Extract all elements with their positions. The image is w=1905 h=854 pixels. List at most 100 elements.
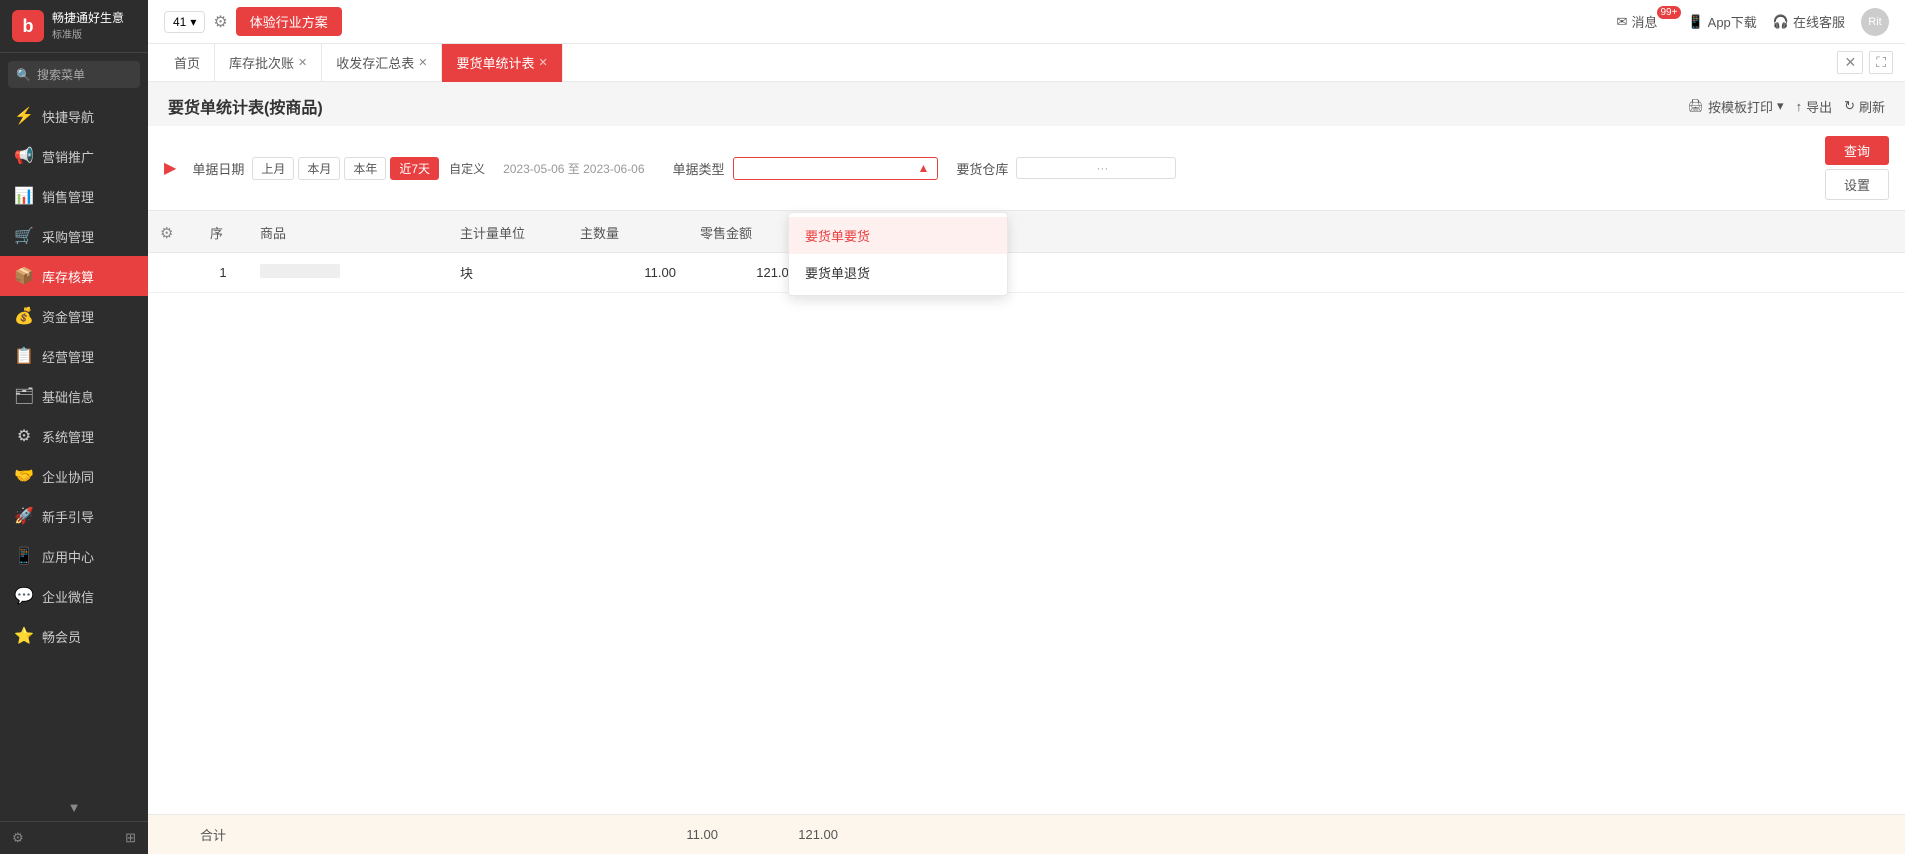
export-label: 导出 xyxy=(1806,97,1832,116)
col-qty-header: 主数量 xyxy=(568,213,688,253)
sidebar-collapse-icon[interactable]: ⊞ xyxy=(125,830,136,846)
user-name: Rit xyxy=(1868,16,1881,28)
col-product-header: 商品 xyxy=(248,213,448,253)
date-filter-label: 单据日期 xyxy=(192,159,244,178)
filter-row: 单据日期 上月 本月 本年 近7天 自定义 2023-05-06 至 2023-… xyxy=(192,157,1809,180)
topbar: 41 ▾ ⚙ 体验行业方案 ✉ 消息 99+ 📱 App下载 🎧 在线客服 Ri… xyxy=(148,0,1905,44)
sidebar-item-enterprise[interactable]: 🤝 企业协同 xyxy=(0,456,148,496)
col-settings-header: ⚙ xyxy=(148,213,198,253)
tab-close-all-btn[interactable]: ✕ xyxy=(1837,51,1863,74)
footer-amount: 121.00 xyxy=(718,827,838,842)
sidebar-settings-icon[interactable]: ⚙ xyxy=(12,830,24,846)
custom-date-btn[interactable]: 自定义 xyxy=(443,158,491,179)
sidebar-item-label: 系统管理 xyxy=(42,427,94,446)
tab-order-summary-label: 要货单统计表 xyxy=(456,53,534,72)
print-btn[interactable]: 🖨 按模板打印 ▾ xyxy=(1688,97,1784,116)
type-input-field[interactable] xyxy=(742,161,918,176)
quick-nav-icon: ⚡ xyxy=(14,106,34,126)
sidebar-item-label: 营销推广 xyxy=(42,147,94,166)
main-area: 41 ▾ ⚙ 体验行业方案 ✉ 消息 99+ 📱 App下载 🎧 在线客服 Ri… xyxy=(148,0,1905,854)
date-range-display: 2023-05-06 至 2023-06-06 xyxy=(503,160,644,177)
type-filter-input[interactable]: ▲ xyxy=(733,157,939,180)
product-placeholder xyxy=(260,264,340,278)
dropdown-item-order-return[interactable]: 要货单退货 xyxy=(789,254,1007,291)
online-service-btn[interactable]: 🎧 在线客服 xyxy=(1773,12,1845,31)
sidebar-item-label: 采购管理 xyxy=(42,227,94,246)
enterprise-icon: 🤝 xyxy=(14,466,34,486)
cur-year-btn[interactable]: 本年 xyxy=(344,157,386,180)
topbar-right: ✉ 消息 99+ 📱 App下载 🎧 在线客服 Rit xyxy=(1617,8,1889,36)
prev-month-btn[interactable]: 上月 xyxy=(252,157,294,180)
week-btn[interactable]: 近7天 xyxy=(390,157,439,180)
tab-close-icon[interactable]: ✕ xyxy=(298,56,307,69)
tab-home[interactable]: 首页 xyxy=(160,44,215,82)
dropdown-item-order-goods[interactable]: 要货单要货 xyxy=(789,217,1007,254)
message-btn[interactable]: ✉ 消息 99+ xyxy=(1617,12,1672,31)
print-label: 按模板打印 xyxy=(1708,97,1773,116)
tab-inventory-batch[interactable]: 库存批次账 ✕ xyxy=(215,44,322,82)
page-header: 要货单统计表(按商品) 🖨 按模板打印 ▾ ↑ 导出 ↻ 刷新 xyxy=(148,82,1905,126)
tab-close-icon[interactable]: ✕ xyxy=(539,56,548,69)
search-menu[interactable]: 🔍 搜索菜单 xyxy=(8,61,140,88)
query-btn[interactable]: 查询 xyxy=(1825,136,1889,165)
cell-qty: 11.00 xyxy=(568,253,688,293)
sidebar-item-guide[interactable]: 🚀 新手引导 xyxy=(0,496,148,536)
sidebar-item-inventory[interactable]: 📦 库存核算 xyxy=(0,256,148,296)
sidebar-item-marketing[interactable]: 📢 营销推广 xyxy=(0,136,148,176)
sidebar-item-wechat[interactable]: 💬 企业微信 xyxy=(0,576,148,616)
refresh-label: 刷新 xyxy=(1859,97,1885,116)
type-filter-label: 单据类型 xyxy=(673,159,725,178)
app-name: 畅捷通好生意 xyxy=(52,11,124,27)
cur-month-btn[interactable]: 本月 xyxy=(298,157,340,180)
page-actions: 🖨 按模板打印 ▾ ↑ 导出 ↻ 刷新 xyxy=(1688,97,1886,116)
guide-icon: 🚀 xyxy=(14,506,34,526)
set-btn[interactable]: 设置 xyxy=(1825,169,1889,200)
warehouse-more-icon[interactable]: ··· xyxy=(1096,161,1167,175)
cell-product xyxy=(248,253,448,293)
operations-icon: 📋 xyxy=(14,346,34,366)
tab-receive-summary[interactable]: 收发存汇总表 ✕ xyxy=(322,44,442,82)
sidebar-item-label: 经营管理 xyxy=(42,347,94,366)
topbar-gear-icon[interactable]: ⚙ xyxy=(213,12,227,32)
warehouse-filter-label: 要货仓库 xyxy=(956,159,1008,178)
store-selector[interactable]: 41 ▾ xyxy=(164,11,205,33)
tab-receive-summary-label: 收发存汇总表 xyxy=(336,53,414,72)
cell-settings xyxy=(148,253,198,293)
store-name: 41 xyxy=(173,15,186,29)
table-container: ⚙ 序 商品 主计量单位 主数量 xyxy=(148,213,1905,814)
sidebar-item-sales[interactable]: 📊 销售管理 xyxy=(0,176,148,216)
tab-maximize-btn[interactable]: ⛶ xyxy=(1869,51,1893,74)
user-avatar[interactable]: Rit xyxy=(1861,8,1889,36)
sidebar-item-label: 库存核算 xyxy=(42,267,94,286)
export-btn[interactable]: ↑ 导出 xyxy=(1796,97,1833,116)
sidebar-item-system[interactable]: ⚙ 系统管理 xyxy=(0,416,148,456)
sidebar-item-finance[interactable]: 💰 资金管理 xyxy=(0,296,148,336)
table-row: 1 块 11.00 121.00 xyxy=(148,253,1905,293)
topbar-left: 41 ▾ ⚙ 体验行业方案 xyxy=(164,7,1605,36)
sidebar-scroll-down[interactable]: ▼ xyxy=(0,794,148,821)
app-download-btn[interactable]: 📱 App下载 xyxy=(1687,12,1756,31)
page-title: 要货单统计表(按商品) xyxy=(168,94,323,118)
tab-order-summary[interactable]: 要货单统计表 ✕ xyxy=(442,44,562,82)
type-dropdown-arrow[interactable]: ▲ xyxy=(918,161,930,175)
tab-close-icon[interactable]: ✕ xyxy=(418,56,427,69)
print-icon: 🖨 xyxy=(1688,98,1705,114)
warehouse-filter-input[interactable]: ··· xyxy=(1016,157,1176,179)
store-dropdown-icon: ▾ xyxy=(190,15,196,29)
sidebar-item-quick-nav[interactable]: ⚡ 快捷导航 xyxy=(0,96,148,136)
sidebar-item-operations[interactable]: 📋 经营管理 xyxy=(0,336,148,376)
refresh-icon: ↻ xyxy=(1844,98,1855,114)
col-settings-icon[interactable]: ⚙ xyxy=(160,225,173,242)
table-header-row: ⚙ 序 商品 主计量单位 主数量 xyxy=(148,213,1905,253)
sidebar-nav: ⚡ 快捷导航 📢 营销推广 📊 销售管理 🛒 采购管理 📦 库存核算 💰 资金管… xyxy=(0,96,148,794)
sidebar-item-member[interactable]: ⭐ 畅会员 xyxy=(0,616,148,656)
refresh-btn[interactable]: ↻ 刷新 xyxy=(1844,97,1885,116)
sidebar-item-base[interactable]: 🗂 基础信息 xyxy=(0,376,148,416)
sidebar-item-label: 销售管理 xyxy=(42,187,94,206)
filter-toggle-btn[interactable]: ▶ xyxy=(164,158,176,178)
sidebar-item-purchase[interactable]: 🛒 采购管理 xyxy=(0,216,148,256)
system-icon: ⚙ xyxy=(14,426,34,446)
trial-btn[interactable]: 体验行业方案 xyxy=(236,7,342,36)
table-footer: 合计 11.00 121.00 xyxy=(148,814,1905,854)
sidebar-item-app-center[interactable]: 📱 应用中心 xyxy=(0,536,148,576)
